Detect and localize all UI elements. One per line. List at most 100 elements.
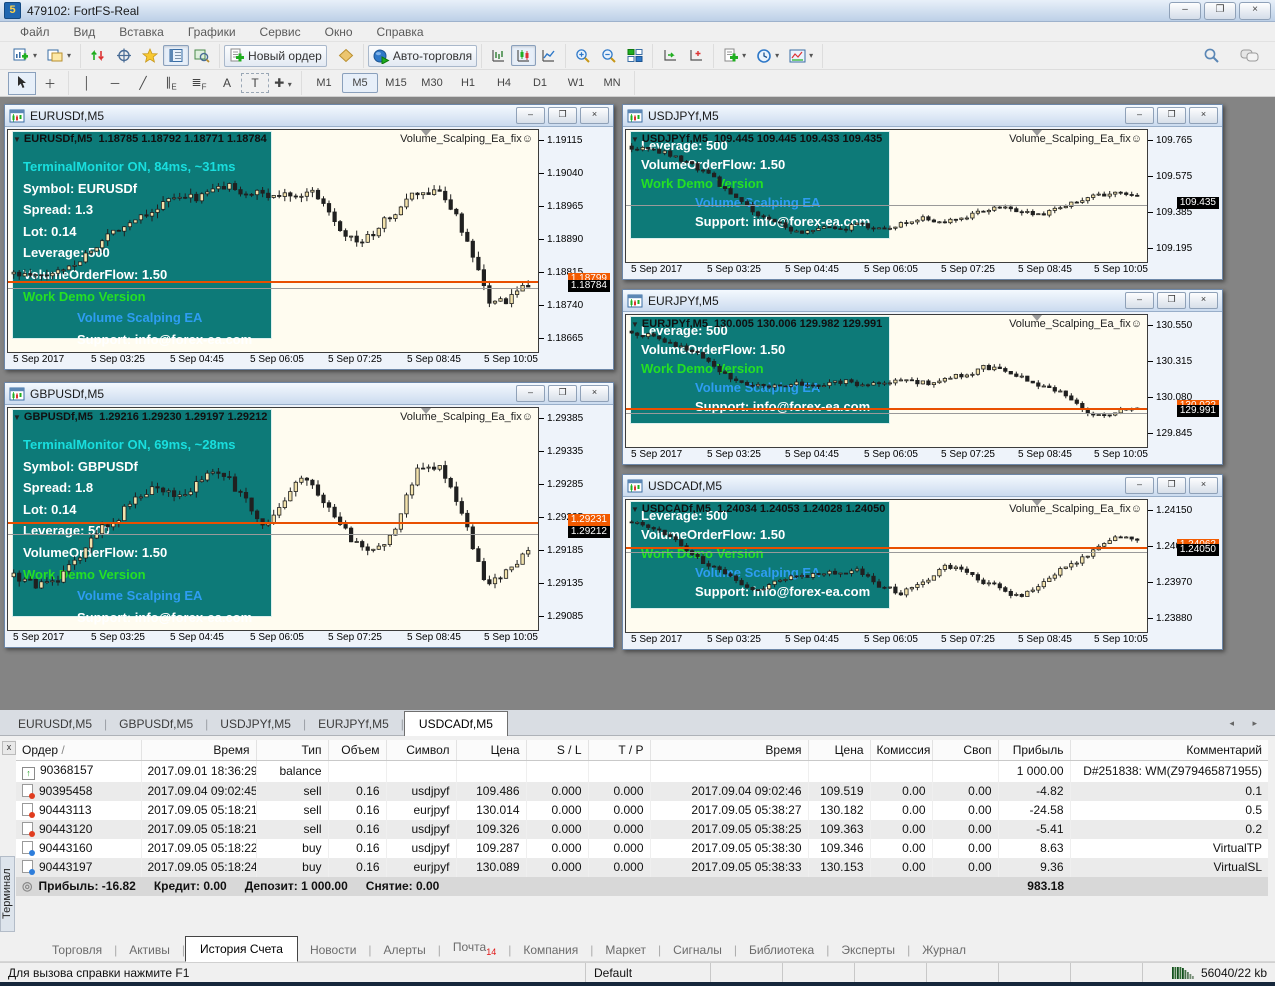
table-row[interactable]: ↑ 90368157 2017.09.01 18:36:29 balance 1 000… <box>16 760 1268 782</box>
terminal-tab-6[interactable]: Почта14 <box>441 936 508 961</box>
line-chart-button[interactable] <box>536 45 561 66</box>
chart-minimize-button[interactable]: – <box>1125 477 1154 494</box>
data-window-button[interactable] <box>111 45 137 66</box>
navigator-button[interactable] <box>137 45 163 66</box>
chart-restore-button[interactable]: ❐ <box>1157 107 1186 124</box>
chart-minimize-button[interactable]: – <box>516 385 545 402</box>
timeframe-m30[interactable]: M30 <box>414 73 450 93</box>
text-label-tool[interactable]: T <box>241 73 269 93</box>
column-header[interactable]: Время <box>649 740 808 761</box>
table-row[interactable]: 90443120 2017.09.05 05:18:21 sell 0.16 usdjp… <box>16 820 1268 839</box>
chevron-down-icon[interactable]: ▼ <box>631 135 639 144</box>
column-header[interactable]: S / L <box>525 740 588 761</box>
status-profile[interactable]: Default <box>585 963 710 982</box>
equidistant-channel-tool[interactable]: ∥E <box>157 72 185 94</box>
time-axis[interactable]: 5 Sep 2017 5 Sep 03:25 5 Sep 04:45 5 Sep 06… <box>7 353 538 368</box>
text-tool[interactable]: A <box>213 73 241 93</box>
table-row[interactable]: 90443197 2017.09.05 05:18:24 buy 0.16 eurjpy… <box>16 858 1268 877</box>
crosshair-tool[interactable]: ＋ <box>36 72 64 95</box>
search-icon[interactable] <box>1198 44 1225 67</box>
price-axis[interactable]: 1.29385 1.29335 1.29285 1.29235 1.29185 1.291… <box>539 407 611 629</box>
timeframe-m5[interactable]: M5 <box>342 73 378 93</box>
terminal-button[interactable] <box>163 45 190 66</box>
column-header[interactable]: Цена <box>455 740 526 761</box>
templates-button[interactable]: ▾ <box>784 46 818 66</box>
chart-plot-area[interactable]: TerminalMonitor ON, 69ms, ~28ms Symbol: G… <box>7 407 539 631</box>
restore-button[interactable]: ❐ <box>1204 1 1236 20</box>
trendline-tool[interactable]: ╱ <box>129 73 157 93</box>
fibonacci-tool[interactable]: ≣F <box>185 72 213 94</box>
close-button[interactable]: × <box>1239 1 1271 20</box>
time-axis[interactable]: 5 Sep 2017 5 Sep 03:25 5 Sep 04:45 5 Sep 06… <box>7 631 538 646</box>
time-axis[interactable]: 5 Sep 2017 5 Sep 03:25 5 Sep 04:45 5 Sep 06… <box>625 633 1148 648</box>
periods-button[interactable]: ▾ <box>751 45 784 67</box>
terminal-tab-12[interactable]: Журнал <box>910 939 978 961</box>
menu-item-1[interactable]: Вид <box>62 23 108 41</box>
menu-item-2[interactable]: Вставка <box>107 23 176 41</box>
timeframe-m15[interactable]: M15 <box>378 73 414 93</box>
chart-restore-button[interactable]: ❐ <box>548 107 577 124</box>
minimize-button[interactable]: – <box>1169 1 1201 20</box>
column-header[interactable]: Комиссия <box>869 740 932 761</box>
chevron-down-icon[interactable]: ▼ <box>631 320 639 329</box>
autotrade-button[interactable]: Авто-торговля <box>367 44 478 67</box>
chart-restore-button[interactable]: ❐ <box>1157 292 1186 309</box>
terminal-tab-2[interactable]: Активы <box>117 939 182 961</box>
chat-icon[interactable] <box>1235 44 1265 67</box>
chart-tab-eurjpyf-m5[interactable]: EURJPYf,M5 <box>306 713 401 735</box>
chart-tab-eurusdf-m5[interactable]: EURUSDf,M5 <box>6 713 104 735</box>
chart-minimize-button[interactable]: – <box>1125 292 1154 309</box>
terminal-close-icon[interactable]: x <box>2 741 16 755</box>
profiles-button[interactable]: ▾ <box>42 45 76 66</box>
menu-item-0[interactable]: Файл <box>8 23 62 41</box>
zoom-in-button[interactable] <box>570 45 596 67</box>
tile-windows-button[interactable] <box>622 45 648 66</box>
metaeditor-button[interactable] <box>333 45 359 66</box>
price-axis[interactable]: 130.550130.315130.080129.845130.022129.9… <box>1148 314 1220 446</box>
column-header[interactable]: Своп <box>931 740 998 761</box>
price-axis[interactable]: 1.19115 1.19040 1.18965 1.18890 1.18815 1.187… <box>539 129 611 351</box>
column-header[interactable]: Объем <box>327 740 386 761</box>
column-header[interactable]: Цена <box>807 740 870 761</box>
price-axis[interactable]: 109.765 109.575 109.385 109.195 109.435 <box>1148 129 1220 261</box>
timeframe-w1[interactable]: W1 <box>558 73 594 93</box>
new-order-button[interactable]: Новый ордер <box>224 44 327 67</box>
chart-close-button[interactable]: × <box>580 385 609 402</box>
column-header[interactable]: Комментарий <box>1069 740 1268 761</box>
chevron-down-icon[interactable]: ▼ <box>13 135 21 144</box>
table-row[interactable]: 90443113 2017.09.05 05:18:21 sell 0.16 eurjp… <box>16 801 1268 820</box>
chart-restore-button[interactable]: ❐ <box>1157 477 1186 494</box>
terminal-tab-5[interactable]: Алерты <box>372 939 438 961</box>
tab-scroll-arrows[interactable]: ◂ ▸ <box>1229 718 1275 735</box>
menu-item-5[interactable]: Окно <box>313 23 365 41</box>
terminal-tab-3[interactable]: История Счета <box>184 936 298 962</box>
timeframe-d1[interactable]: D1 <box>522 73 558 93</box>
chart-tab-gbpusdf-m5[interactable]: GBPUSDf,M5 <box>107 713 205 735</box>
cursor-tool[interactable] <box>8 71 36 95</box>
horizontal-line-tool[interactable]: ─ <box>101 73 129 93</box>
table-row[interactable]: 90395458 2017.09.04 09:02:45 sell 0.16 usdjp… <box>16 782 1268 801</box>
table-row[interactable]: 90443160 2017.09.05 05:18:22 buy 0.16 usdjpy… <box>16 839 1268 858</box>
chart-close-button[interactable]: × <box>580 107 609 124</box>
terminal-tab-7[interactable]: Компания <box>511 939 590 961</box>
chart-tab-usdcadf-m5[interactable]: USDCADf,M5 <box>403 711 508 736</box>
new-chart-button[interactable]: ▾ <box>8 45 42 66</box>
chart-plot-area[interactable]: Leverage: 500 VolumeOrderFlow: 1.50 Work D… <box>625 314 1148 448</box>
vertical-line-tool[interactable]: │ <box>73 73 101 93</box>
chart-tab-usdjpyf-m5[interactable]: USDJPYf,M5 <box>208 713 303 735</box>
terminal-tab-1[interactable]: Торговля <box>40 939 114 961</box>
auto-scroll-button[interactable] <box>657 45 683 66</box>
terminal-tab-8[interactable]: Маркет <box>593 939 658 961</box>
chart-plot-area[interactable]: Leverage: 500 VolumeOrderFlow: 1.50 Work D… <box>625 129 1148 263</box>
terminal-tab-10[interactable]: Библиотека <box>737 939 826 961</box>
terminal-tab-11[interactable]: Эксперты <box>829 939 907 961</box>
zoom-out-button[interactable] <box>596 45 622 67</box>
column-header[interactable]: Время <box>140 740 256 761</box>
chart-restore-button[interactable]: ❐ <box>548 385 577 402</box>
terminal-tab-9[interactable]: Сигналы <box>661 939 734 961</box>
arrows-tool[interactable]: ✚ ▾ <box>269 73 297 93</box>
timeframe-h4[interactable]: H4 <box>486 73 522 93</box>
column-header[interactable]: Символ <box>385 740 456 761</box>
terminal-side-tab[interactable]: Терминал <box>0 856 15 932</box>
column-header[interactable]: T / P <box>587 740 650 761</box>
